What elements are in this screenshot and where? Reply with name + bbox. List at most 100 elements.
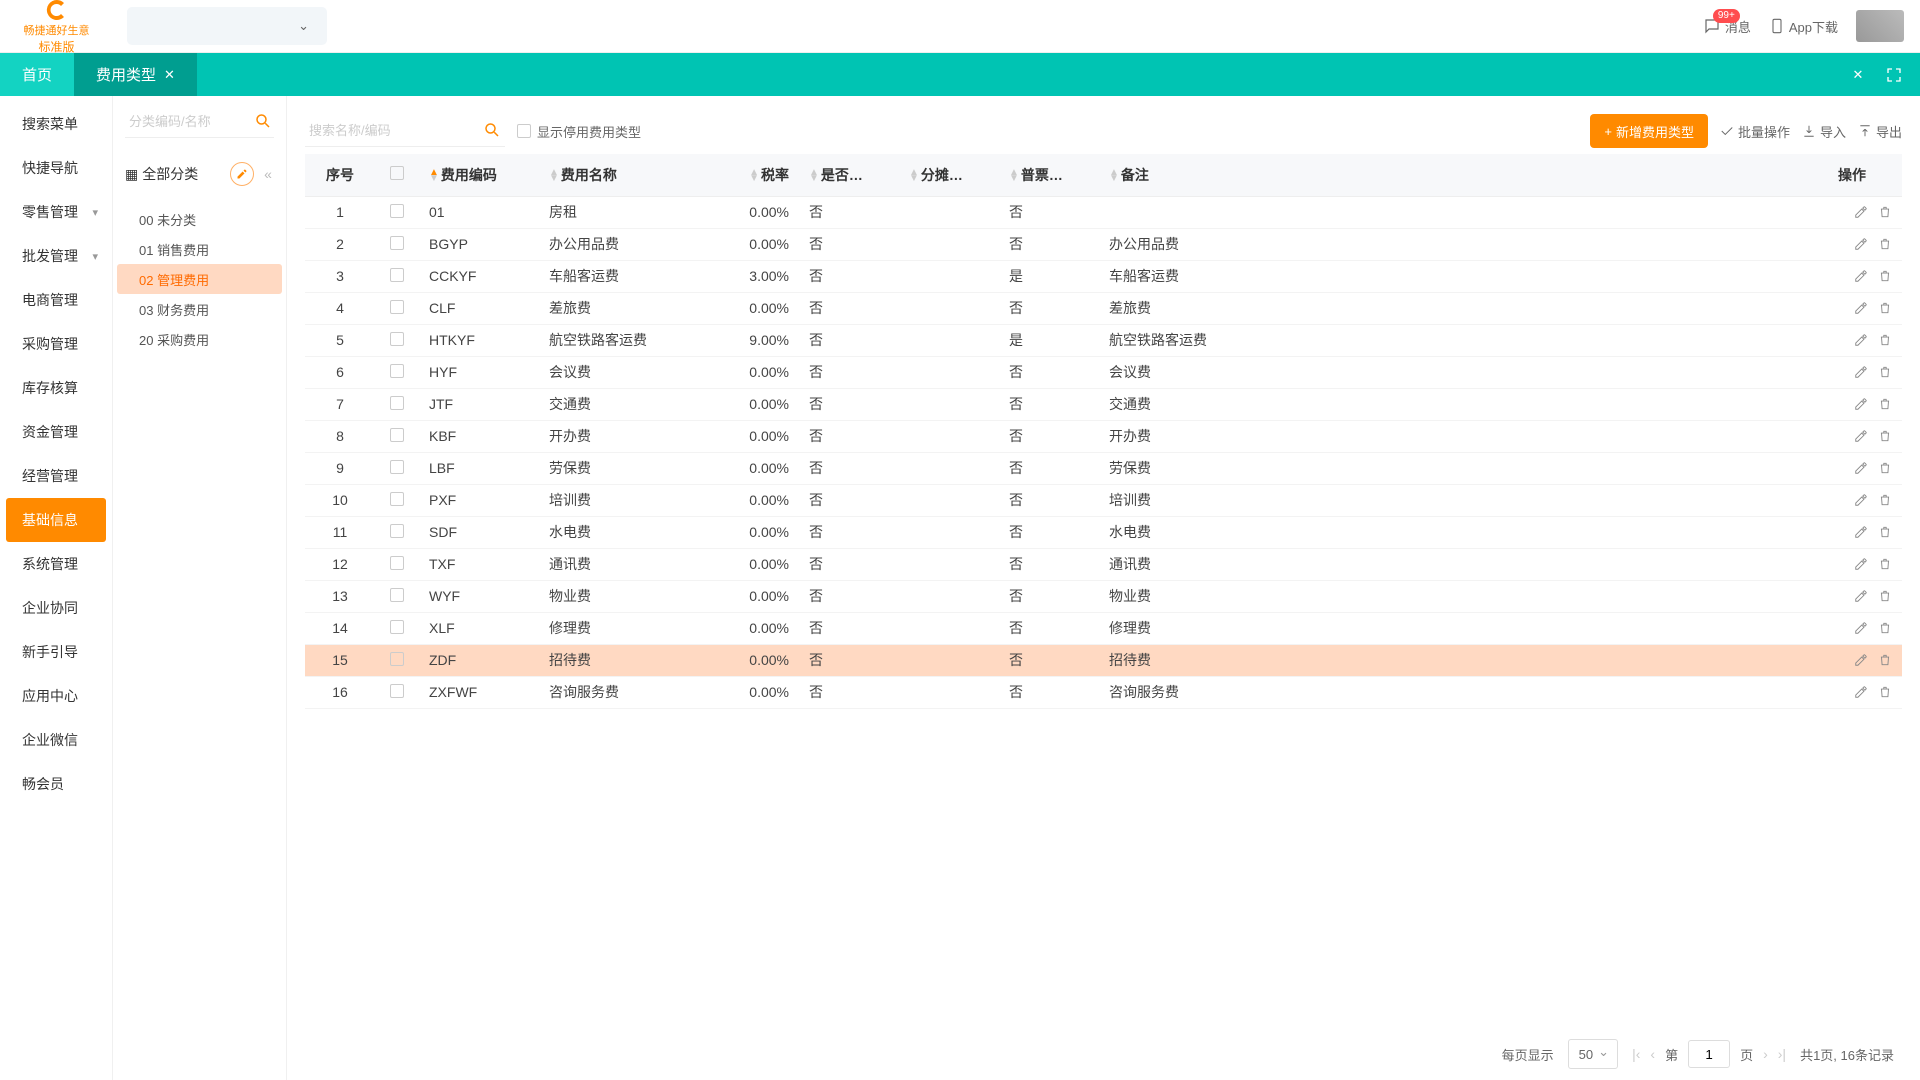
cell-checkbox[interactable] [375, 292, 419, 324]
delete-icon[interactable] [1878, 429, 1892, 443]
close-icon[interactable]: ✕ [164, 67, 175, 83]
cell-checkbox[interactable] [375, 548, 419, 580]
table-row[interactable]: 15ZDF招待费0.00%否否招待费 [305, 644, 1902, 676]
delete-icon[interactable] [1878, 237, 1892, 251]
left-nav-item[interactable]: 企业协同 [0, 586, 112, 630]
edit-icon[interactable] [1854, 589, 1868, 603]
delete-icon[interactable] [1878, 333, 1892, 347]
cell-checkbox[interactable] [375, 644, 419, 676]
left-nav-item[interactable]: 企业微信 [0, 718, 112, 762]
show-disabled-checkbox[interactable]: 显示停用费用类型 [517, 122, 641, 141]
page-last-icon[interactable]: ›| [1778, 1046, 1786, 1062]
cell-checkbox[interactable] [375, 388, 419, 420]
left-nav-item[interactable]: 快捷导航 [0, 146, 112, 190]
delete-icon[interactable] [1878, 685, 1892, 699]
left-nav-item[interactable]: 零售管理▾ [0, 190, 112, 234]
category-item[interactable]: 02 管理费用 [117, 264, 282, 294]
col-name[interactable]: ▲▼费用名称 [539, 154, 699, 196]
col-checkbox[interactable] [375, 154, 419, 196]
table-row[interactable]: 6HYF会议费0.00%否否会议费 [305, 356, 1902, 388]
edit-icon[interactable] [1854, 237, 1868, 251]
category-item[interactable]: 03 财务费用 [117, 294, 282, 324]
table-row[interactable]: 7JTF交通费0.00%否否交通费 [305, 388, 1902, 420]
cell-checkbox[interactable] [375, 452, 419, 484]
edit-icon[interactable] [1854, 397, 1868, 411]
add-fee-type-button[interactable]: + 新增费用类型 [1590, 114, 1708, 148]
table-row[interactable]: 13WYF物业费0.00%否否物业费 [305, 580, 1902, 612]
delete-icon[interactable] [1878, 557, 1892, 571]
col-remark[interactable]: ▲▼备注 [1099, 154, 1802, 196]
edit-icon[interactable] [1854, 653, 1868, 667]
page-prev-icon[interactable]: ‹ [1650, 1046, 1655, 1062]
cell-checkbox[interactable] [375, 324, 419, 356]
table-row[interactable]: 4CLF差旅费0.00%否否差旅费 [305, 292, 1902, 324]
fullscreen-icon[interactable] [1884, 65, 1904, 85]
delete-icon[interactable] [1878, 205, 1892, 219]
edit-icon[interactable] [1854, 557, 1868, 571]
category-item[interactable]: 00 未分类 [117, 204, 282, 234]
page-next-icon[interactable]: › [1763, 1046, 1768, 1062]
edit-icon[interactable] [1854, 525, 1868, 539]
page-input[interactable] [1688, 1040, 1730, 1068]
user-avatar[interactable] [1856, 10, 1904, 42]
import-button[interactable]: 导入 [1802, 122, 1846, 141]
app-download-button[interactable]: App下载 [1769, 17, 1838, 36]
col-code[interactable]: ▲▼费用编码 [419, 154, 539, 196]
table-row[interactable]: 11SDF水电费0.00%否否水电费 [305, 516, 1902, 548]
messages-button[interactable]: 99+ 消息 [1703, 17, 1751, 36]
left-nav-item[interactable]: 系统管理 [0, 542, 112, 586]
left-nav-item[interactable]: 畅会员 [0, 762, 112, 806]
cell-checkbox[interactable] [375, 356, 419, 388]
edit-icon[interactable] [1854, 685, 1868, 699]
left-nav-item[interactable]: 应用中心 [0, 674, 112, 718]
category-edit-button[interactable] [230, 162, 254, 186]
cell-checkbox[interactable] [375, 516, 419, 548]
cell-checkbox[interactable] [375, 420, 419, 452]
left-nav-item[interactable]: 基础信息 [6, 498, 106, 542]
left-nav-item[interactable]: 电商管理 [0, 278, 112, 322]
tab-home[interactable]: 首页 [0, 53, 74, 96]
table-row[interactable]: 9LBF劳保费0.00%否否劳保费 [305, 452, 1902, 484]
edit-icon[interactable] [1854, 333, 1868, 347]
left-nav-item[interactable]: 新手引导 [0, 630, 112, 674]
col-rate[interactable]: ▲▼税率 [699, 154, 799, 196]
export-button[interactable]: 导出 [1858, 122, 1902, 141]
edit-icon[interactable] [1854, 365, 1868, 379]
per-page-select[interactable]: 50 [1568, 1039, 1618, 1069]
delete-icon[interactable] [1878, 269, 1892, 283]
cell-checkbox[interactable] [375, 612, 419, 644]
org-dropdown[interactable]: ⌄ [127, 7, 327, 45]
left-nav-item[interactable]: 经营管理 [0, 454, 112, 498]
left-nav-item[interactable]: 采购管理 [0, 322, 112, 366]
cell-checkbox[interactable] [375, 260, 419, 292]
edit-icon[interactable] [1854, 493, 1868, 507]
delete-icon[interactable] [1878, 461, 1892, 475]
edit-icon[interactable] [1854, 461, 1868, 475]
category-all-label[interactable]: 全部分类 [142, 164, 198, 184]
category-search-input[interactable] [125, 106, 274, 138]
edit-icon[interactable] [1854, 429, 1868, 443]
delete-icon[interactable] [1878, 493, 1892, 507]
table-row[interactable]: 2BGYP办公用品费0.00%否否办公用品费 [305, 228, 1902, 260]
table-row[interactable]: 3CCKYF车船客运费3.00%否是车船客运费 [305, 260, 1902, 292]
category-item[interactable]: 01 销售费用 [117, 234, 282, 264]
table-row[interactable]: 14XLF修理费0.00%否否修理费 [305, 612, 1902, 644]
table-search-input[interactable] [305, 115, 505, 147]
cell-checkbox[interactable] [375, 676, 419, 708]
col-ticket[interactable]: ▲▼普票… [999, 154, 1099, 196]
table-row[interactable]: 8KBF开办费0.00%否否开办费 [305, 420, 1902, 452]
table-row[interactable]: 101房租0.00%否否 [305, 196, 1902, 228]
cell-checkbox[interactable] [375, 228, 419, 260]
edit-icon[interactable] [1854, 205, 1868, 219]
page-first-icon[interactable]: |‹ [1632, 1046, 1640, 1062]
delete-icon[interactable] [1878, 621, 1892, 635]
col-seq[interactable]: 序号 [305, 154, 375, 196]
delete-icon[interactable] [1878, 525, 1892, 539]
cell-checkbox[interactable] [375, 484, 419, 516]
edit-icon[interactable] [1854, 621, 1868, 635]
table-row[interactable]: 16ZXFWF咨询服务费0.00%否否咨询服务费 [305, 676, 1902, 708]
category-item[interactable]: 20 采购费用 [117, 324, 282, 354]
delete-icon[interactable] [1878, 365, 1892, 379]
search-icon[interactable] [254, 112, 272, 130]
col-isx[interactable]: ▲▼是否… [799, 154, 899, 196]
